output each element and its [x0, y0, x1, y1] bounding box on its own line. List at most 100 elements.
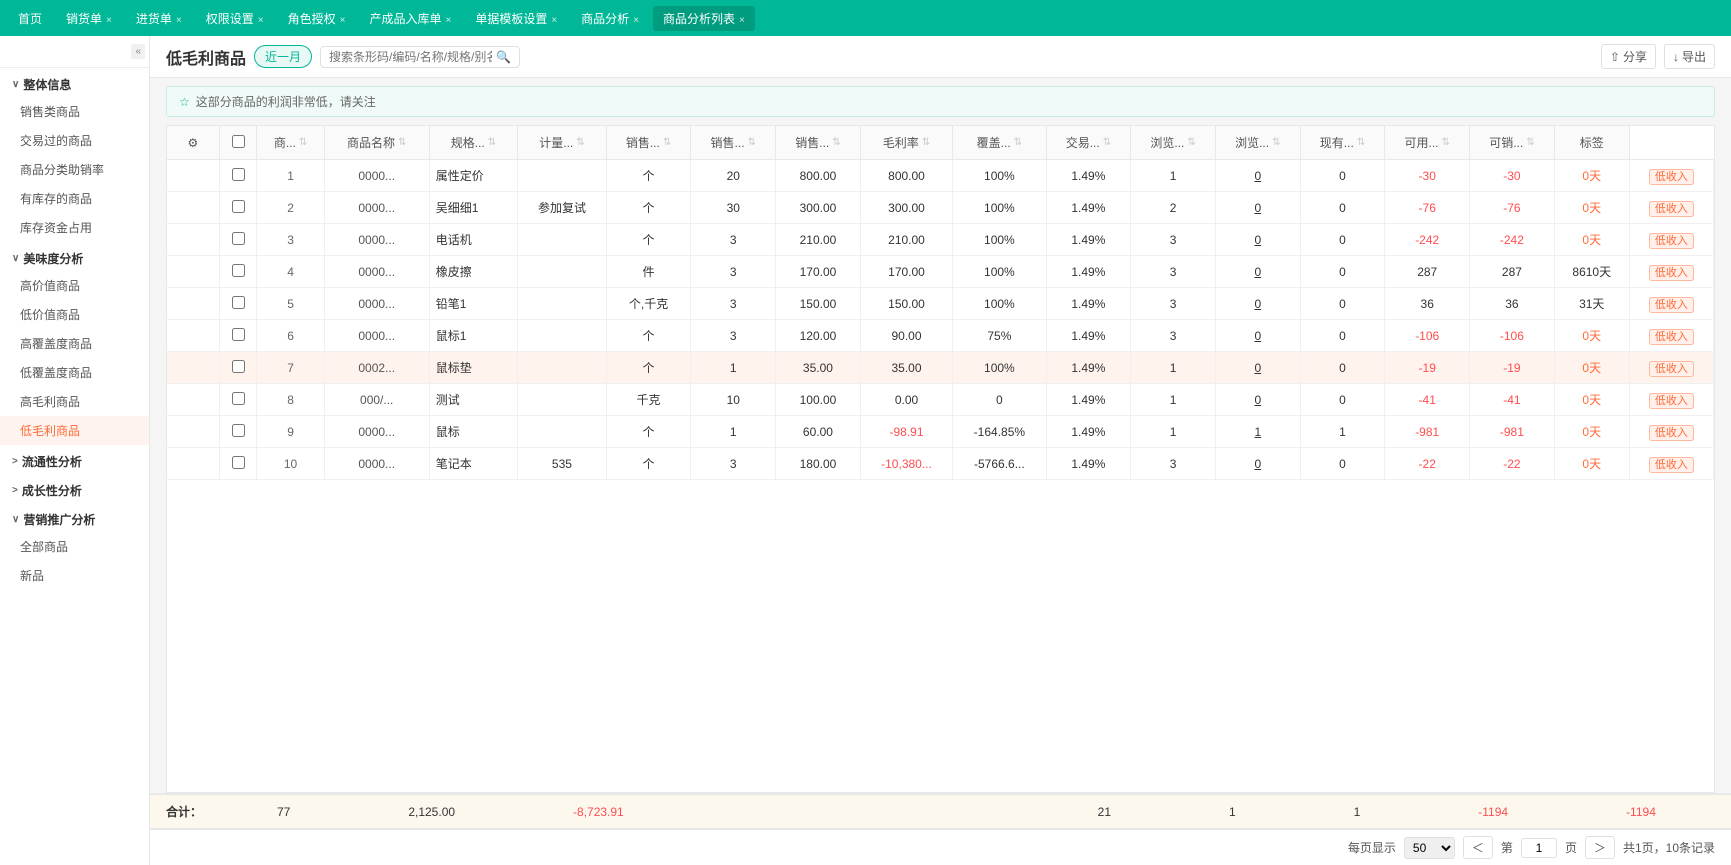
col-sales-price: 销售...⇅: [691, 126, 776, 160]
sidebar-group-1[interactable]: ∨美味度分析: [0, 242, 149, 271]
nav-item-角色授权[interactable]: 角色授权×: [278, 6, 356, 31]
sidebar-group-2[interactable]: >流通性分析: [0, 445, 149, 474]
settings-icon[interactable]: ⚙: [187, 136, 198, 150]
cell-browse1[interactable]: 0: [1215, 160, 1300, 192]
cell-name[interactable]: 电话机: [429, 224, 517, 256]
select-all-checkbox[interactable]: [232, 135, 245, 148]
cell-browse1[interactable]: 0: [1215, 352, 1300, 384]
cell-name[interactable]: 吴细细1: [429, 192, 517, 224]
row-checkbox[interactable]: [232, 264, 245, 277]
sidebar-collapse-button[interactable]: «: [131, 44, 145, 59]
nav-item-商品分析列表[interactable]: 商品分析列表×: [653, 6, 755, 31]
sidebar-item-新品[interactable]: 新品: [0, 561, 149, 590]
nav-item-进货单[interactable]: 进货单×: [126, 6, 192, 31]
col-unit: 计量...⇅: [518, 126, 606, 160]
search-icon[interactable]: 🔍: [496, 50, 511, 64]
cell-sales-amount: 0.00: [860, 384, 952, 416]
cell-browse1[interactable]: 0: [1215, 384, 1300, 416]
prev-page-button[interactable]: ＜: [1463, 836, 1493, 859]
cell-sales-amount: 90.00: [860, 320, 952, 352]
nav-item-产成品入库单[interactable]: 产成品入库单×: [359, 6, 461, 31]
cell-settings: [167, 224, 219, 256]
sidebar-group-4[interactable]: ∨营销推广分析: [0, 503, 149, 532]
nav-item-单据模板设置[interactable]: 单据模板设置×: [465, 6, 567, 31]
col-current-stock: 现有...⇅: [1300, 126, 1385, 160]
cell-spec: [518, 320, 606, 352]
next-page-button[interactable]: ＞: [1585, 836, 1615, 859]
row-checkbox[interactable]: [232, 168, 245, 181]
nav-close-icon[interactable]: ×: [445, 15, 451, 26]
cell-no: 3: [257, 224, 324, 256]
export-button[interactable]: ↓ 导出: [1664, 44, 1715, 69]
page-label: 第: [1501, 839, 1513, 856]
nav-close-icon[interactable]: ×: [258, 15, 264, 26]
page-number-input[interactable]: [1521, 838, 1557, 858]
row-checkbox[interactable]: [232, 232, 245, 245]
sidebar-item-库存资金占用[interactable]: 库存资金占用: [0, 213, 149, 242]
cell-salable: 0天: [1554, 384, 1629, 416]
row-checkbox[interactable]: [232, 360, 245, 373]
sidebar-item-低价值商品[interactable]: 低价值商品: [0, 300, 149, 329]
cell-name[interactable]: 笔记本: [429, 448, 517, 480]
cell-browse1[interactable]: 1: [1215, 416, 1300, 448]
nav-close-icon[interactable]: ×: [551, 15, 557, 26]
cell-name[interactable]: 橡皮擦: [429, 256, 517, 288]
cell-browse1[interactable]: 0: [1215, 448, 1300, 480]
cell-name[interactable]: 鼠标: [429, 416, 517, 448]
row-checkbox[interactable]: [232, 328, 245, 341]
cell-checkbox: [219, 256, 257, 288]
cell-sales-price: 800.00: [776, 160, 861, 192]
sidebar-group-3[interactable]: >成长性分析: [0, 474, 149, 503]
sidebar-item-有库存的商品[interactable]: 有库存的商品: [0, 184, 149, 213]
row-checkbox[interactable]: [232, 296, 245, 309]
filter-button[interactable]: 近一月: [254, 45, 312, 68]
cell-browse1[interactable]: 0: [1215, 320, 1300, 352]
sidebar-item-高价值商品[interactable]: 高价值商品: [0, 271, 149, 300]
nav-item-销货单[interactable]: 销货单×: [56, 6, 122, 31]
nav-close-icon[interactable]: ×: [106, 15, 112, 26]
cell-browse1[interactable]: 0: [1215, 224, 1300, 256]
cell-name[interactable]: 鼠标垫: [429, 352, 517, 384]
nav-close-icon[interactable]: ×: [176, 15, 182, 26]
sidebar-item-交易过的商品[interactable]: 交易过的商品: [0, 126, 149, 155]
cell-browse1[interactable]: 0: [1215, 256, 1300, 288]
sidebar-item-全部商品[interactable]: 全部商品: [0, 532, 149, 561]
sidebar-item-商品分类助销率[interactable]: 商品分类助销率: [0, 155, 149, 184]
tag-label: 低收入: [1649, 361, 1694, 377]
nav-item-商品分析[interactable]: 商品分析×: [571, 6, 649, 31]
nav-close-icon[interactable]: ×: [633, 15, 639, 26]
share-button[interactable]: ⇧ 分享: [1601, 44, 1656, 69]
navigation-bar: 首页销货单×进货单×权限设置×角色授权×产成品入库单×单据模板设置×商品分析×商…: [0, 0, 1731, 36]
table-row: 5 0000... 铅笔1 个,千克 3 150.00 150.00 100% …: [167, 288, 1714, 320]
nav-item-权限设置[interactable]: 权限设置×: [196, 6, 274, 31]
per-page-select[interactable]: 50 20 100: [1404, 837, 1455, 859]
sidebar-item-高毛利商品[interactable]: 高毛利商品: [0, 387, 149, 416]
cell-name[interactable]: 铅笔1: [429, 288, 517, 320]
col-gross-margin: 毛利率⇅: [860, 126, 952, 160]
nav-close-icon[interactable]: ×: [340, 15, 346, 26]
cell-checkbox: [219, 192, 257, 224]
nav-close-icon[interactable]: ×: [739, 15, 745, 26]
cell-transaction: 3: [1131, 320, 1216, 352]
sidebar-item-低覆盖度商品[interactable]: 低覆盖度商品: [0, 358, 149, 387]
sidebar-item-销售类商品[interactable]: 销售类商品: [0, 97, 149, 126]
cell-name[interactable]: 属性定价: [429, 160, 517, 192]
sidebar-item-低毛利商品[interactable]: 低毛利商品: [0, 416, 149, 445]
cell-browse1[interactable]: 0: [1215, 192, 1300, 224]
sidebar-item-高覆盖度商品[interactable]: 高覆盖度商品: [0, 329, 149, 358]
cell-transaction: 1: [1131, 160, 1216, 192]
row-checkbox[interactable]: [232, 392, 245, 405]
nav-item-首页[interactable]: 首页: [8, 6, 52, 31]
cell-name[interactable]: 测试: [429, 384, 517, 416]
col-sales-amount: 销售...⇅: [776, 126, 861, 160]
cell-current-stock: -41: [1385, 384, 1470, 416]
search-input[interactable]: [329, 50, 492, 64]
row-checkbox[interactable]: [232, 424, 245, 437]
cell-browse1[interactable]: 0: [1215, 288, 1300, 320]
cell-salable: 0天: [1554, 192, 1629, 224]
row-checkbox[interactable]: [232, 456, 245, 469]
sidebar-group-0[interactable]: ∨整体信息: [0, 68, 149, 97]
row-checkbox[interactable]: [232, 200, 245, 213]
cell-name[interactable]: 鼠标1: [429, 320, 517, 352]
footer-browse1: 1: [1229, 805, 1236, 819]
